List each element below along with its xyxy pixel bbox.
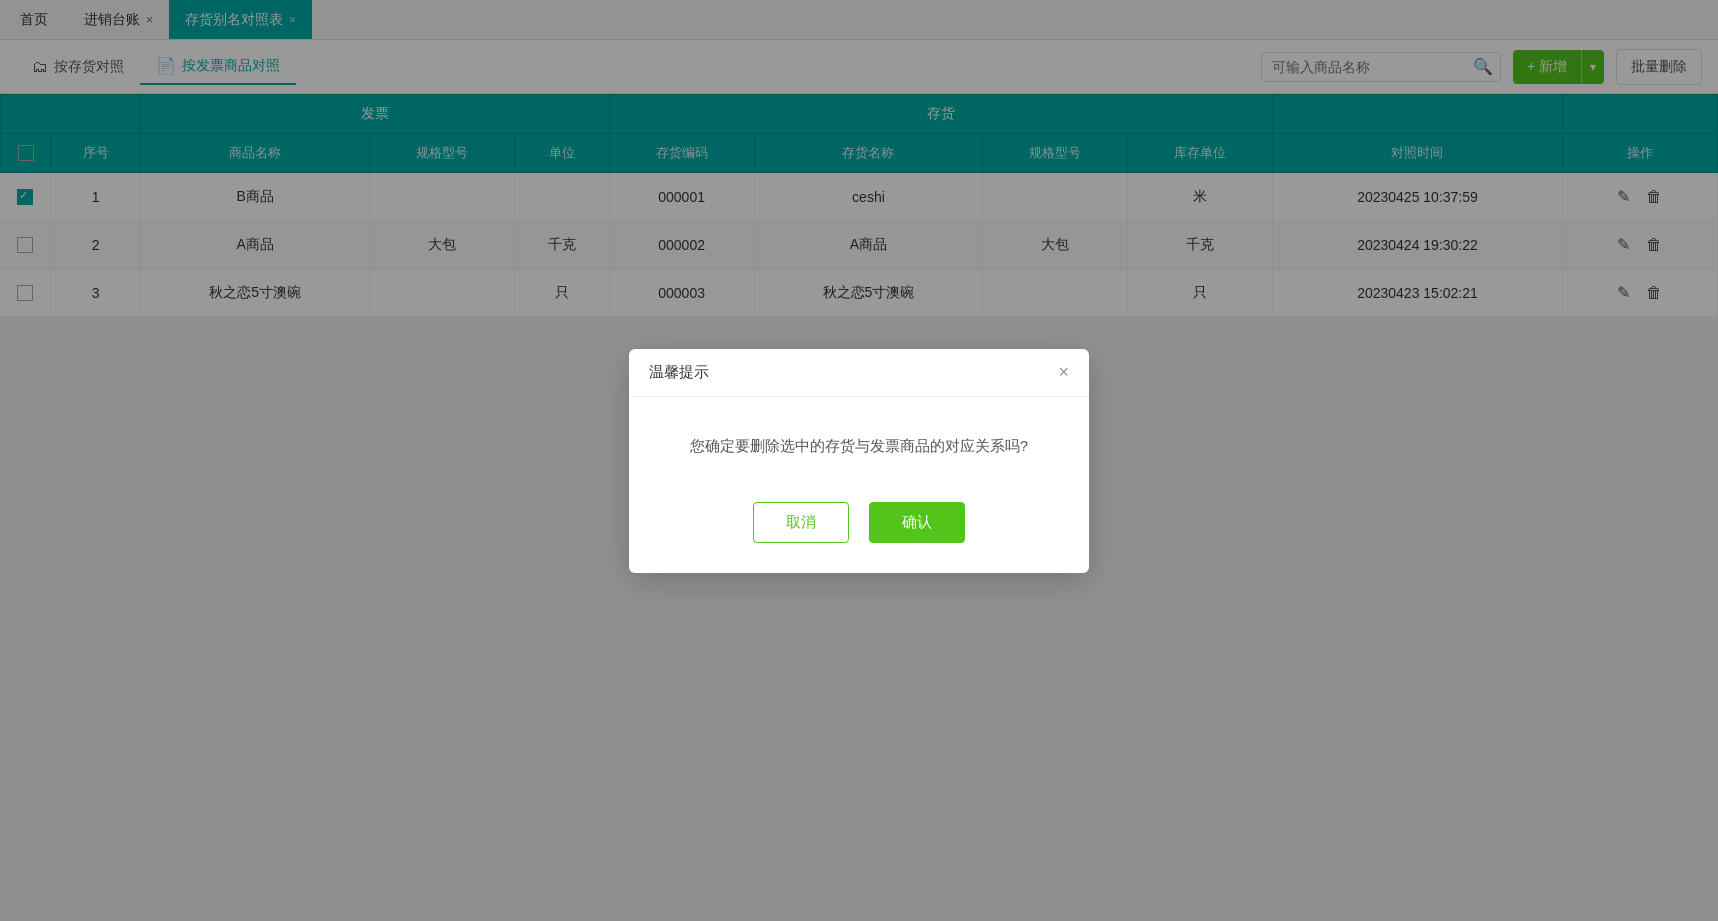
dialog-body: 您确定要删除选中的存货与发票商品的对应关系吗?	[629, 397, 1089, 486]
dialog-footer: 取消 确认	[629, 486, 1089, 573]
dialog-title: 温馨提示	[649, 363, 709, 382]
btn-confirm[interactable]: 确认	[869, 502, 965, 543]
dialog-header: 温馨提示 ×	[629, 349, 1089, 397]
dialog-message: 您确定要删除选中的存货与发票商品的对应关系吗?	[690, 437, 1028, 454]
dialog-close-button[interactable]: ×	[1058, 363, 1069, 381]
btn-cancel[interactable]: 取消	[753, 502, 849, 543]
dialog: 温馨提示 × 您确定要删除选中的存货与发票商品的对应关系吗? 取消 确认	[629, 349, 1089, 573]
overlay: 温馨提示 × 您确定要删除选中的存货与发票商品的对应关系吗? 取消 确认	[0, 0, 1718, 921]
page-content: 发票 存货 序号 商品名称 规格型号 单位 存货编码 存货名称 规格型号	[0, 94, 1718, 317]
